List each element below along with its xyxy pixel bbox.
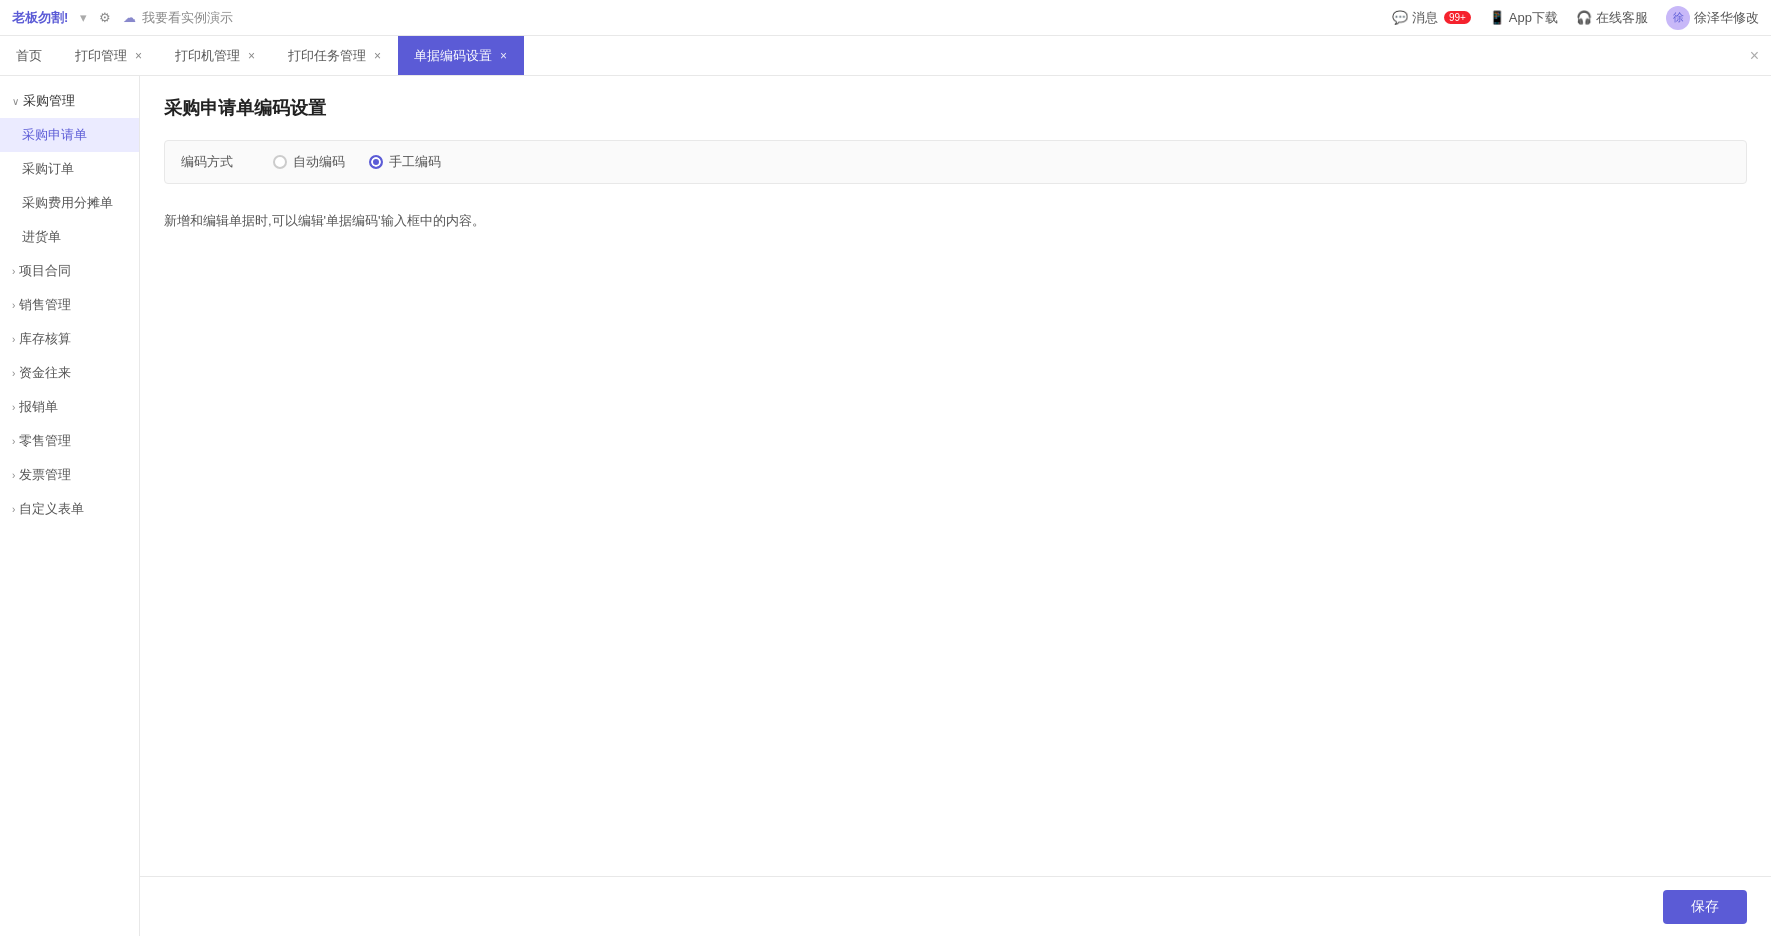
sidebar-item-purchase-request-label: 采购申请单 (22, 127, 87, 142)
tab-bar: 首页 打印管理 × 打印机管理 × 打印任务管理 × 单据编码设置 × × (0, 36, 1771, 76)
tab-home-label: 首页 (16, 47, 42, 65)
sidebar-group-retail-label: 零售管理 (19, 432, 71, 450)
radio-auto-code-label: 自动编码 (293, 153, 345, 171)
page-title: 采购申请单编码设置 (164, 96, 1747, 120)
top-bar-right: 💬 消息 99+ 📱 App下载 🎧 在线客服 徐 徐泽华修改 (1392, 6, 1759, 30)
search-text: 我要看实例演示 (142, 9, 233, 27)
tab-home[interactable]: 首页 (0, 36, 59, 75)
tab-printer-management-label: 打印机管理 (175, 47, 240, 65)
radio-group: 自动编码 手工编码 (273, 153, 441, 171)
online-support-label: 在线客服 (1596, 9, 1648, 27)
tab-print-task-label: 打印任务管理 (288, 47, 366, 65)
message-label: 消息 (1412, 9, 1438, 27)
settings-icon[interactable]: ⚙ (99, 10, 111, 25)
avatar: 徐 (1666, 6, 1690, 30)
sidebar-item-stock-in-label: 进货单 (22, 229, 61, 244)
sidebar-group-invoice[interactable]: › 发票管理 (0, 458, 139, 492)
radio-manual-code-label: 手工编码 (389, 153, 441, 171)
message-badge: 99+ (1444, 11, 1471, 24)
app-download-button[interactable]: 📱 App下载 (1489, 9, 1558, 27)
sidebar-group-sales-label: 销售管理 (19, 296, 71, 314)
message-button[interactable]: 💬 消息 99+ (1392, 9, 1471, 27)
sidebar-item-purchase-request[interactable]: 采购申请单 (0, 118, 139, 152)
tab-print-task-close[interactable]: × (374, 49, 381, 63)
chevron-right-icon: › (12, 266, 15, 277)
message-icon: 💬 (1392, 10, 1408, 25)
support-icon: 🎧 (1576, 10, 1592, 25)
content-footer: 保存 (140, 876, 1771, 936)
sidebar-group-expense-report[interactable]: › 报销单 (0, 390, 139, 424)
chevron-right-icon: › (12, 436, 15, 447)
sidebar-item-stock-in[interactable]: 进货单 (0, 220, 139, 254)
sidebar-item-purchase-expense[interactable]: 采购费用分摊单 (0, 186, 139, 220)
sidebar-group-expense-label: 报销单 (19, 398, 58, 416)
search-bar[interactable]: ☁ 我要看实例演示 (123, 9, 233, 27)
user-profile-button[interactable]: 徐 徐泽华修改 (1666, 6, 1759, 30)
chevron-right-icon: › (12, 470, 15, 481)
app-icon: 📱 (1489, 10, 1505, 25)
sidebar-group-inventory[interactable]: › 库存核算 (0, 322, 139, 356)
sidebar-item-purchase-order[interactable]: 采购订单 (0, 152, 139, 186)
app-download-label: App下载 (1509, 9, 1558, 27)
sidebar-group-custom-forms-label: 自定义表单 (19, 500, 84, 518)
radio-auto-code-circle (273, 155, 287, 169)
sidebar-group-capital[interactable]: › 资金往来 (0, 356, 139, 390)
sidebar: ∨ 采购管理 采购申请单 采购订单 采购费用分摊单 进货单 › 项目合同 › 销… (0, 76, 140, 936)
sidebar-group-project-label: 项目合同 (19, 262, 71, 280)
radio-auto-code[interactable]: 自动编码 (273, 153, 345, 171)
sidebar-group-purchase-management[interactable]: ∨ 采购管理 (0, 84, 139, 118)
content-body: 采购申请单编码设置 编码方式 自动编码 手工编码 新增和编辑单据时,可以编辑'单… (140, 76, 1771, 876)
online-support-button[interactable]: 🎧 在线客服 (1576, 9, 1648, 27)
sidebar-group-purchase-label: 采购管理 (23, 92, 75, 110)
top-bar: 老板勿割! ▾ ⚙ ☁ 我要看实例演示 💬 消息 99+ 📱 App下载 🎧 在… (0, 0, 1771, 36)
sidebar-group-retail[interactable]: › 零售管理 (0, 424, 139, 458)
content-area: 采购申请单编码设置 编码方式 自动编码 手工编码 新增和编辑单据时,可以编辑'单… (140, 76, 1771, 936)
chevron-down-icon[interactable]: ▾ (80, 10, 87, 25)
sidebar-group-invoice-label: 发票管理 (19, 466, 71, 484)
brand-label: 老板勿割! (12, 9, 68, 27)
code-setting-label: 编码方式 (181, 153, 241, 171)
info-text: 新增和编辑单据时,可以编辑'单据编码'输入框中的内容。 (164, 200, 1747, 242)
sidebar-item-purchase-order-label: 采购订单 (22, 161, 74, 176)
sidebar-group-custom-forms[interactable]: › 自定义表单 (0, 492, 139, 526)
sidebar-group-inventory-label: 库存核算 (19, 330, 71, 348)
chevron-right-icon: › (12, 300, 15, 311)
user-name-label: 徐泽华修改 (1694, 9, 1759, 27)
sidebar-item-purchase-expense-label: 采购费用分摊单 (22, 195, 113, 210)
cloud-icon: ☁ (123, 10, 136, 25)
tab-bar-close-button[interactable]: × (1738, 36, 1771, 75)
code-setting-row: 编码方式 自动编码 手工编码 (164, 140, 1747, 184)
tab-code-setting-label: 单据编码设置 (414, 47, 492, 65)
tab-printer-management-close[interactable]: × (248, 49, 255, 63)
tab-print-management-label: 打印管理 (75, 47, 127, 65)
tab-print-management[interactable]: 打印管理 × (59, 36, 159, 75)
chevron-right-icon: › (12, 504, 15, 515)
chevron-right-icon: › (12, 334, 15, 345)
radio-manual-code[interactable]: 手工编码 (369, 153, 441, 171)
top-bar-left: 老板勿割! ▾ ⚙ ☁ 我要看实例演示 (12, 9, 233, 27)
chevron-right-icon: › (12, 368, 15, 379)
main-layout: ∨ 采购管理 采购申请单 采购订单 采购费用分摊单 进货单 › 项目合同 › 销… (0, 76, 1771, 936)
save-button[interactable]: 保存 (1663, 890, 1747, 924)
chevron-right-icon: › (12, 402, 15, 413)
tab-code-setting-close[interactable]: × (500, 49, 507, 63)
tab-code-setting[interactable]: 单据编码设置 × (398, 36, 524, 75)
sidebar-group-capital-label: 资金往来 (19, 364, 71, 382)
tab-printer-management[interactable]: 打印机管理 × (159, 36, 272, 75)
sidebar-group-sales-management[interactable]: › 销售管理 (0, 288, 139, 322)
radio-manual-code-circle (369, 155, 383, 169)
tab-print-management-close[interactable]: × (135, 49, 142, 63)
chevron-down-icon: ∨ (12, 96, 19, 107)
tab-print-task-management[interactable]: 打印任务管理 × (272, 36, 398, 75)
sidebar-group-project-contract[interactable]: › 项目合同 (0, 254, 139, 288)
